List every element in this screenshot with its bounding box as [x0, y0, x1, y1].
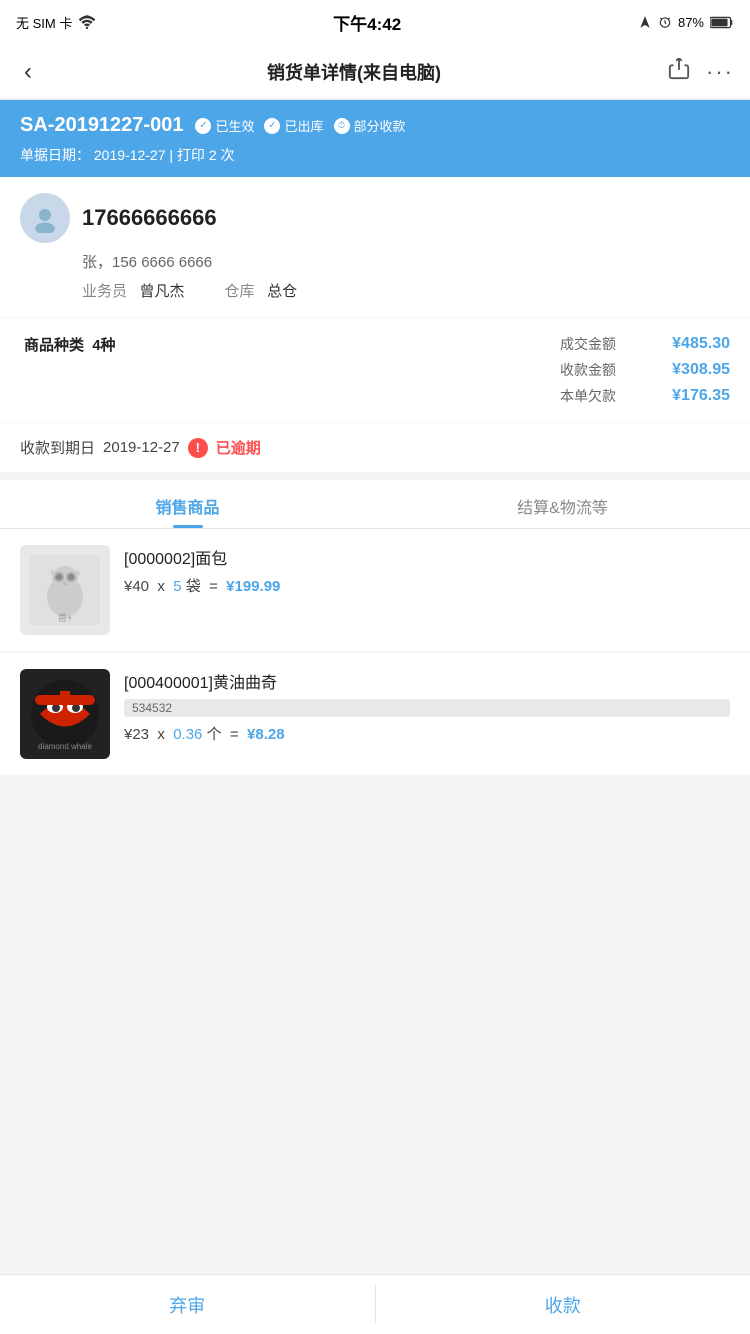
product-thumbnail-2: diamond whale	[20, 669, 110, 759]
due-date-label: 收款到期日	[20, 437, 95, 458]
sales-label: 业务员 曾凡杰	[82, 280, 185, 301]
sim-label: 无 SIM 卡	[16, 13, 72, 32]
customer-subinfo: 张，156 6666 6666	[20, 251, 730, 272]
product-name-2: [000400001]黄油曲奇	[124, 669, 730, 693]
product-info-1: [0000002]面包 ¥40 x 5 袋 = ¥199.99	[124, 545, 730, 596]
product-item: 兽+ [0000002]面包 ¥40 x 5 袋 = ¥199.99	[0, 529, 750, 651]
status-bar: 无 SIM 卡 下午4:42 87%	[0, 0, 750, 44]
product-total-2: ¥8.28	[247, 726, 285, 743]
product-price-1: ¥40 x 5 袋 = ¥199.99	[124, 575, 730, 596]
wifi-icon	[78, 15, 96, 29]
confirm-button[interactable]: 收款	[376, 1275, 750, 1334]
avatar	[20, 193, 70, 243]
share-icon[interactable]	[668, 58, 690, 86]
order-date: 单据日期： 2019-12-27 | 打印 2 次	[20, 145, 730, 165]
order-header: SA-20191227-001 ✓ 已生效 ✓ 已出库 ⏱ 部分收款 单据日期：…	[0, 100, 750, 177]
battery-label: 87%	[678, 15, 704, 30]
product-name-1: [0000002]面包	[124, 545, 730, 569]
check-icon-shipped: ✓	[264, 118, 280, 134]
product-price-2: ¥23 x 0.36 个 = ¥8.28	[124, 723, 730, 744]
product-qty-1: 5	[173, 578, 181, 595]
customer-phone: 17666666666	[82, 205, 217, 231]
amount-stats: 成交金额 ¥485.30 收款金额 ¥308.95 本单欠款 ¥176.35	[560, 334, 730, 406]
order-id: SA-20191227-001	[20, 114, 183, 137]
order-badges: ✓ 已生效 ✓ 已出库 ⏱ 部分收款	[195, 116, 405, 135]
overdue-text: 已逾期	[216, 437, 261, 458]
svg-text:兽+: 兽+	[58, 612, 72, 623]
warehouse-value: 总仓	[267, 283, 297, 300]
nav-bar: ‹ 销货单详情(来自电脑) ···	[0, 44, 750, 100]
page-title: 销货单详情(来自电脑)	[267, 59, 441, 85]
bottom-spacer	[0, 777, 750, 857]
tab-settle[interactable]: 结算&物流等	[375, 480, 750, 528]
sales-value: 曾凡杰	[140, 283, 185, 300]
debt-value: ¥176.35	[640, 387, 730, 405]
badge-partial: ⏱ 部分收款	[334, 116, 406, 135]
battery-icon	[710, 16, 734, 29]
location-icon	[638, 15, 652, 29]
received-value: ¥308.95	[640, 361, 730, 379]
received-amount-row: 收款金额 ¥308.95	[560, 360, 730, 380]
product-item: diamond whale [000400001]黄油曲奇 534532 ¥23…	[0, 653, 750, 775]
received-label: 收款金额	[560, 360, 616, 380]
bottom-bar: 弃审 收款	[0, 1274, 750, 1334]
warehouse-label: 仓库 总仓	[225, 280, 298, 301]
product-sku-2: 534532	[124, 699, 730, 717]
status-right: 87%	[638, 15, 734, 30]
deal-amount-row: 成交金额 ¥485.30	[560, 334, 730, 354]
deal-value: ¥485.30	[640, 335, 730, 353]
product-thumbnail-1: 兽+	[20, 545, 110, 635]
customer-section: 17666666666 张，156 6666 6666 业务员 曾凡杰 仓库 总…	[0, 177, 750, 317]
customer-meta: 业务员 曾凡杰 仓库 总仓	[20, 280, 730, 301]
status-time: 下午4:42	[333, 10, 401, 35]
status-left: 无 SIM 卡	[16, 13, 96, 32]
overdue-icon: !	[188, 438, 208, 458]
tab-products[interactable]: 销售商品	[0, 480, 375, 528]
alarm-icon	[658, 15, 672, 29]
debt-label: 本单欠款	[560, 386, 616, 406]
product-list: 兽+ [0000002]面包 ¥40 x 5 袋 = ¥199.99	[0, 529, 750, 857]
badge-activated: ✓ 已生效	[195, 116, 254, 135]
check-icon-activated: ✓	[195, 118, 211, 134]
customer-top: 17666666666	[20, 193, 730, 243]
product-type: 商品种类 4种	[20, 334, 116, 355]
due-date-value: 2019-12-27	[103, 439, 180, 456]
debt-amount-row: 本单欠款 ¥176.35	[560, 386, 730, 406]
svg-text:diamond whale: diamond whale	[38, 742, 92, 751]
cancel-button[interactable]: 弃审	[0, 1275, 375, 1334]
stats-section: 商品种类 4种 成交金额 ¥485.30 收款金额 ¥308.95 本单欠款 ¥…	[0, 318, 750, 422]
nav-actions: ···	[668, 58, 734, 86]
product-qty-2: 0.36	[173, 726, 202, 743]
clock-icon: ⏱	[334, 118, 350, 134]
badge-shipped: ✓ 已出库	[264, 116, 323, 135]
more-icon[interactable]: ···	[706, 59, 734, 85]
deal-label: 成交金额	[560, 334, 616, 354]
due-date-section: 收款到期日 2019-12-27 ! 已逾期	[0, 423, 750, 472]
back-button[interactable]: ‹	[16, 50, 40, 94]
tabs: 销售商品 结算&物流等	[0, 480, 750, 529]
product-info-2: [000400001]黄油曲奇 534532 ¥23 x 0.36 个 = ¥8…	[124, 669, 730, 744]
product-total-1: ¥199.99	[226, 578, 280, 595]
